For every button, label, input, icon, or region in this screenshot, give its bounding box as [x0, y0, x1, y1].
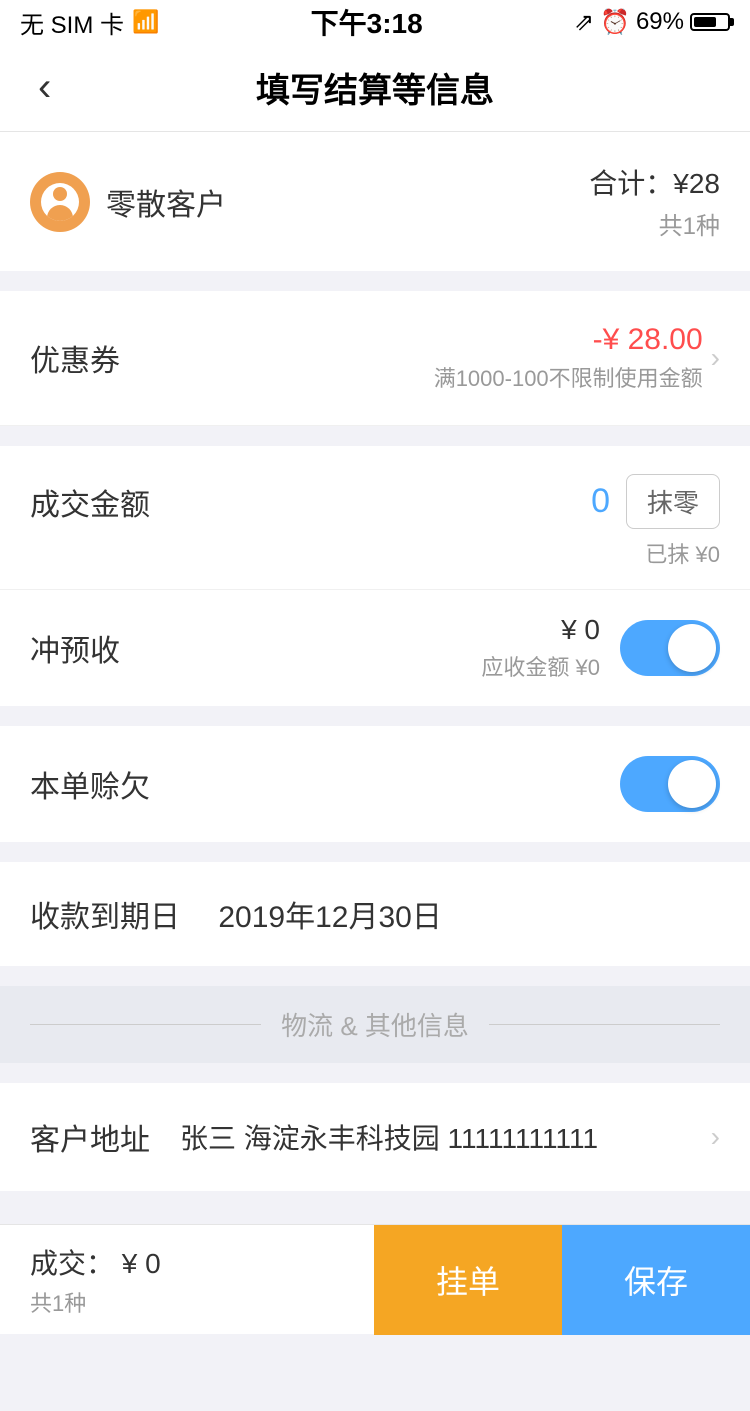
page-title: 填写结算等信息: [256, 63, 494, 112]
coupon-section[interactable]: 优惠券 -¥ 28.00 满1000-100不限制使用金额 ›: [0, 291, 750, 426]
wifi-icon: 📶: [132, 9, 159, 35]
toggle-knob: [668, 624, 716, 672]
divider-section: 物流 & 其他信息: [0, 986, 750, 1063]
pending-button[interactable]: 挂单: [374, 1225, 562, 1335]
coupon-row[interactable]: 优惠券 -¥ 28.00 满1000-100不限制使用金额 ›: [0, 291, 750, 426]
avatar-icon: [41, 183, 79, 221]
customer-summary: 合计：¥28 共1种: [589, 162, 720, 241]
carrier-label: 无 SIM 卡: [20, 5, 124, 40]
total-amount: 合计：¥28: [589, 162, 720, 202]
divider-line-left: [30, 1024, 261, 1025]
status-time: 下午3:18: [311, 2, 423, 42]
prereceive-values: ¥ 0 应收金额 ¥0: [481, 614, 600, 682]
duedate-row: 收款到期日 2019年12月30日: [0, 862, 750, 966]
status-left: 无 SIM 卡 📶: [20, 5, 159, 40]
coupon-chevron-icon: ›: [711, 342, 720, 374]
amount-value: 0: [591, 482, 610, 521]
back-icon: ‹: [38, 65, 51, 109]
debt-section: 本单赊欠: [0, 726, 750, 842]
location-icon: ⇗: [574, 8, 594, 37]
bottom-deal-amount: ¥ 0: [122, 1248, 161, 1279]
prereceive-due: 应收金额 ¥0: [481, 650, 600, 682]
amount-right: 0 抹零: [591, 474, 720, 529]
bottom-deal: 成交： ¥ 0: [30, 1242, 344, 1282]
divider-text: 物流 & 其他信息: [281, 1006, 469, 1043]
prereceive-amount: ¥ 0: [481, 614, 600, 646]
avatar: [30, 172, 90, 232]
battery-fill: [694, 17, 716, 27]
status-right: ⇗ ⏰ 69%: [574, 8, 730, 37]
coupon-label: 优惠券: [30, 336, 120, 380]
amount-label: 成交金额: [30, 480, 150, 524]
nav-bar: ‹ 填写结算等信息: [0, 44, 750, 132]
status-bar: 无 SIM 卡 📶 下午3:18 ⇗ ⏰ 69%: [0, 0, 750, 44]
alarm-icon: ⏰: [600, 8, 630, 37]
debt-toggle-knob: [668, 760, 716, 808]
prereceive-toggle[interactable]: [620, 620, 720, 676]
address-row[interactable]: 客户地址 张三 海淀永丰科技园 11111111111 ›: [0, 1083, 750, 1191]
customer-name: 零散客户: [106, 180, 226, 224]
coupon-right-wrap: -¥ 28.00 满1000-100不限制使用金额: [434, 323, 703, 393]
save-button[interactable]: 保存: [562, 1225, 750, 1335]
duedate-label: 收款到期日: [30, 901, 180, 934]
bottom-count: 共1种: [30, 1286, 344, 1318]
round-zero-button[interactable]: 抹零: [626, 474, 720, 529]
amount-section: 成交金额 0 抹零 已抹 ¥0 冲预收 ¥ 0 应收金额 ¥0: [0, 446, 750, 706]
bottom-deal-label: 成交：: [30, 1248, 114, 1279]
divider-line-right: [489, 1024, 720, 1025]
battery-bar: [690, 13, 730, 31]
customer-row: 零散客户 合计：¥28 共1种: [0, 132, 750, 271]
address-label: 客户地址: [30, 1115, 150, 1159]
prereceive-right: ¥ 0 应收金额 ¥0: [481, 614, 720, 682]
coupon-desc: 满1000-100不限制使用金额: [434, 361, 703, 393]
address-value: 张三 海淀永丰科技园 11111111111: [180, 1117, 711, 1157]
debt-toggle[interactable]: [620, 756, 720, 812]
bottom-bar: 成交： ¥ 0 共1种 挂单 保存: [0, 1224, 750, 1334]
customer-left: 零散客户: [30, 172, 226, 232]
address-chevron-icon: ›: [711, 1121, 720, 1153]
amount-row: 成交金额 0 抹零: [0, 446, 750, 537]
prereceive-label: 冲预收: [30, 626, 120, 670]
prereceive-row: 冲预收 ¥ 0 应收金额 ¥0: [0, 589, 750, 706]
battery-percent: 69%: [636, 8, 684, 36]
total-count: 共1种: [589, 206, 720, 241]
already-rounded: 已抹 ¥0: [0, 537, 750, 589]
coupon-discount: -¥ 28.00: [434, 323, 703, 357]
debt-label: 本单赊欠: [30, 762, 150, 806]
back-button[interactable]: ‹: [28, 55, 61, 120]
duedate-value: 2019年12月30日: [218, 901, 441, 934]
bottom-info: 成交： ¥ 0 共1种: [0, 1242, 374, 1318]
